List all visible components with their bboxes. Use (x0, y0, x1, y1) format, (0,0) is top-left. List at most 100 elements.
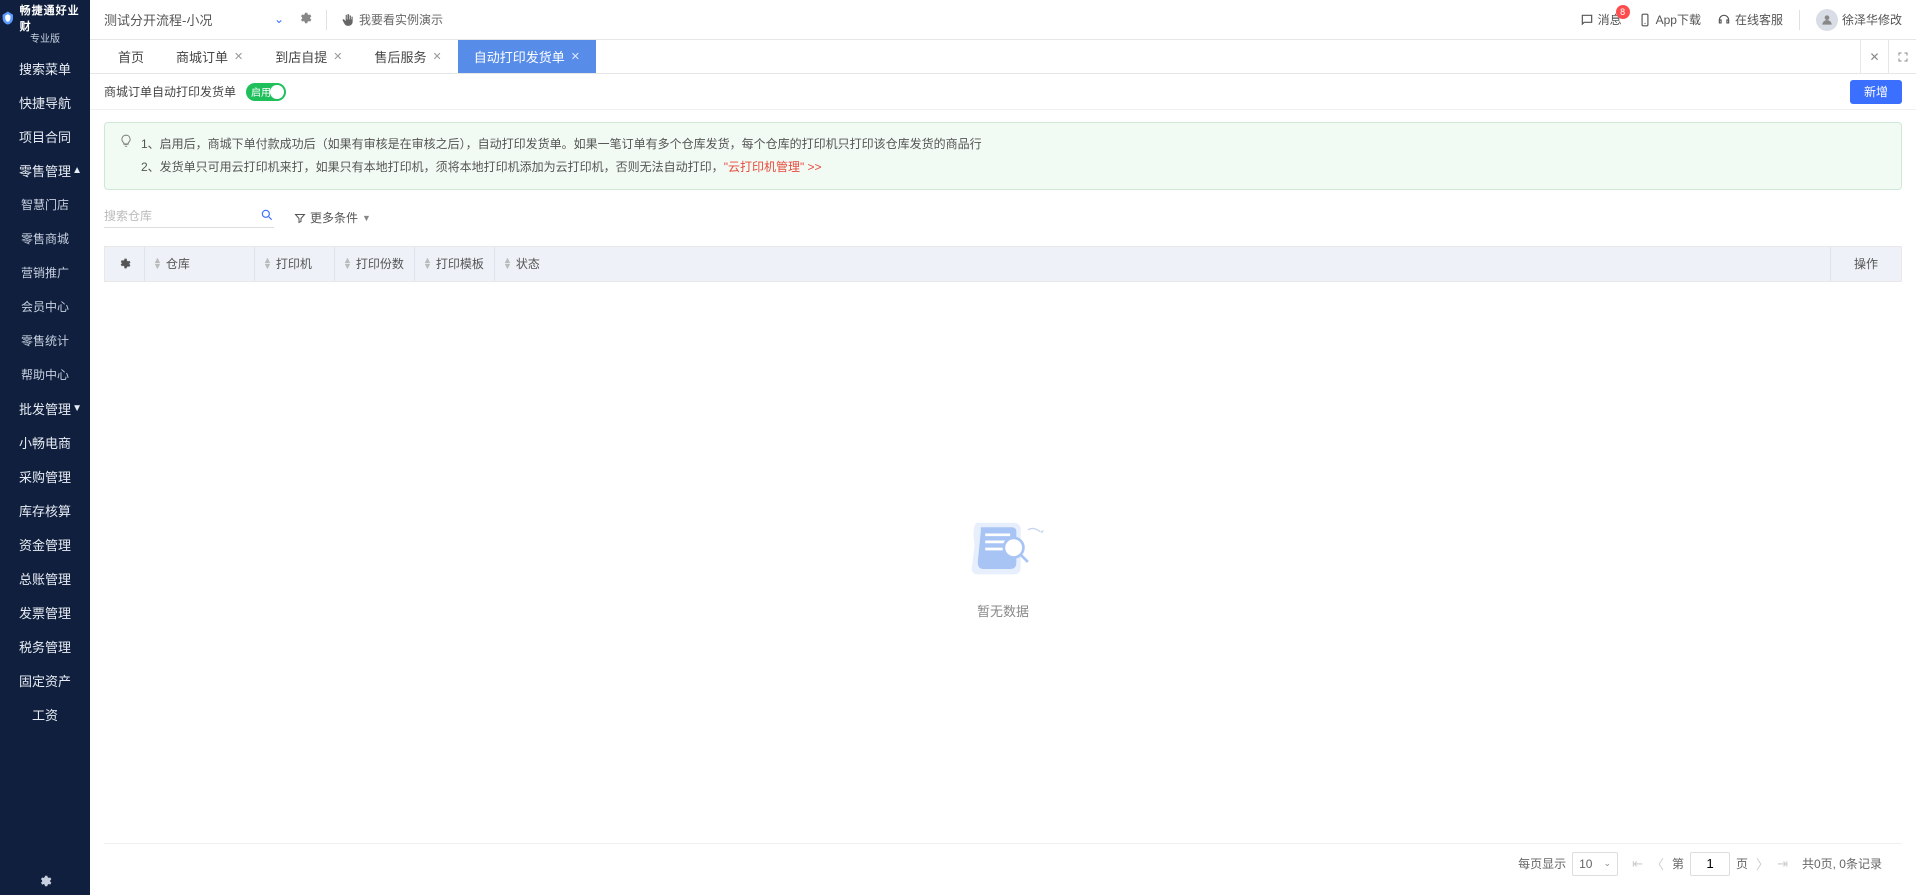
toggle-label: 启用 (251, 84, 271, 99)
filter-icon (294, 212, 306, 224)
demo-label: 我要看实例演示 (359, 11, 443, 28)
gear-icon (38, 874, 52, 888)
more-conditions-label: 更多条件 (310, 209, 358, 226)
table-header: ▲▼仓库 ▲▼打印机 ▲▼打印份数 ▲▼打印模板 ▲▼状态 操作 (105, 247, 1901, 281)
sidebar-item-10[interactable]: 批发管理▼ (0, 391, 90, 425)
pager-summary: 共0页, 0条记录 (1802, 855, 1882, 872)
sidebar-item-18[interactable]: 固定资产 (0, 663, 90, 697)
sidebar-item-16[interactable]: 发票管理 (0, 595, 90, 629)
sidebar-item-9[interactable]: 帮助中心 (0, 357, 90, 391)
brand-logo: 畅捷通好业财 (0, 0, 90, 30)
sidebar-item-7[interactable]: 会员中心 (0, 289, 90, 323)
project-name: 测试分开流程-小况 (104, 10, 212, 29)
messages-button[interactable]: 消息 8 (1580, 11, 1622, 28)
divider (326, 10, 327, 30)
tip-box: 1、启用后，商城下单付款成功后（如果有审核是在审核之后），自动打印发货单。如果一… (104, 122, 1902, 190)
user-menu[interactable]: 徐泽华修改 (1816, 9, 1902, 31)
sidebar-item-13[interactable]: 库存核算 (0, 493, 90, 527)
tip-text: 1、启用后，商城下单付款成功后（如果有审核是在审核之后），自动打印发货单。如果一… (141, 133, 982, 179)
user-icon (1820, 13, 1834, 27)
project-settings-button[interactable] (298, 11, 312, 28)
th-template[interactable]: ▲▼打印模板 (415, 247, 495, 281)
avatar (1816, 9, 1838, 31)
tip-line-1: 1、启用后，商城下单付款成功后（如果有审核是在审核之后），自动打印发货单。如果一… (141, 133, 982, 156)
sidebar-item-5[interactable]: 零售商城 (0, 221, 90, 255)
gear-icon (298, 11, 312, 25)
th-copies[interactable]: ▲▼打印份数 (335, 247, 415, 281)
sidebar-item-6[interactable]: 营销推广 (0, 255, 90, 289)
sidebar-item-14[interactable]: 资金管理 (0, 527, 90, 561)
tabs-controls: ✕ (1860, 40, 1916, 73)
tab-4[interactable]: 自动打印发货单✕ (458, 40, 596, 73)
sidebar: 畅捷通好业财 专业版 搜索菜单快捷导航项目合同零售管理▲智慧门店零售商城营销推广… (0, 0, 90, 895)
sidebar-item-15[interactable]: 总账管理 (0, 561, 90, 595)
empty-state: 暂无数据 (104, 282, 1902, 843)
app-download-button[interactable]: App下载 (1638, 11, 1701, 28)
content: 1、启用后，商城下单付款成功后（如果有审核是在审核之后），自动打印发货单。如果一… (90, 110, 1916, 895)
close-icon[interactable]: ✕ (571, 50, 580, 63)
sidebar-item-8[interactable]: 零售统计 (0, 323, 90, 357)
headset-icon (1717, 13, 1731, 27)
caret-icon: ▼ (72, 403, 82, 414)
prev-page-button[interactable]: 〈 (1651, 854, 1664, 873)
main-area: 测试分开流程-小况 ⌄ 我要看实例演示 消息 8 App下载 (90, 0, 1916, 895)
empty-icon (958, 505, 1048, 585)
data-table: ▲▼仓库 ▲▼打印机 ▲▼打印份数 ▲▼打印模板 ▲▼状态 操作 (104, 246, 1902, 282)
message-icon (1580, 13, 1594, 27)
tip-line-2: 2、发货单只可用云打印机来打，如果只有本地打印机，须将本地打印机添加为云打印机，… (141, 156, 982, 179)
tab-1[interactable]: 商城订单 ✕ (160, 40, 259, 73)
sidebar-item-1[interactable]: 快捷导航 (0, 85, 90, 119)
new-button[interactable]: 新增 (1850, 80, 1902, 104)
chevron-down-icon: ⌄ (1604, 858, 1612, 869)
topbar: 测试分开流程-小况 ⌄ 我要看实例演示 消息 8 App下载 (90, 0, 1916, 40)
more-conditions-button[interactable]: 更多条件 ▼ (294, 209, 371, 226)
column-settings-button[interactable] (105, 247, 145, 281)
brand-edition: 专业版 (0, 30, 90, 51)
app-download-label: App下载 (1656, 11, 1701, 28)
enable-toggle[interactable]: 启用 (246, 83, 286, 101)
sidebar-settings[interactable] (0, 867, 90, 895)
customer-service-label: 在线客服 (1735, 11, 1783, 28)
tab-label: 商城订单 (176, 47, 228, 66)
fullscreen-button[interactable] (1888, 40, 1916, 73)
brand-icon (0, 10, 16, 26)
close-icon[interactable]: ✕ (333, 50, 342, 63)
sidebar-item-19[interactable]: 工资 (0, 697, 90, 731)
search-icon (260, 208, 274, 222)
tab-label: 到店自提 (275, 47, 327, 66)
close-icon[interactable]: ✕ (433, 50, 442, 63)
expand-icon (1897, 51, 1909, 63)
tab-2[interactable]: 到店自提 ✕ (259, 40, 358, 73)
first-page-button[interactable]: ⇤ (1632, 856, 1643, 872)
th-warehouse[interactable]: ▲▼仓库 (145, 247, 255, 281)
page-input[interactable] (1690, 852, 1730, 876)
cloud-printer-link[interactable]: "云打印机管理" >> (724, 160, 822, 174)
demo-link[interactable]: 我要看实例演示 (341, 11, 443, 28)
sidebar-item-17[interactable]: 税务管理 (0, 629, 90, 663)
close-icon[interactable]: ✕ (234, 50, 243, 63)
messages-badge: 8 (1616, 5, 1630, 19)
sidebar-item-11[interactable]: 小畅电商 (0, 425, 90, 459)
divider (1799, 10, 1800, 30)
caret-icon: ▲ (72, 165, 82, 176)
tab-0[interactable]: 首页 (102, 40, 160, 73)
last-page-button[interactable]: ⇥ (1777, 856, 1788, 872)
page-prefix: 第 (1672, 855, 1684, 872)
warehouse-search-input[interactable] (104, 209, 260, 223)
search-button[interactable] (260, 208, 274, 225)
sidebar-item-0[interactable]: 搜索菜单 (0, 51, 90, 85)
per-page-select[interactable]: 10 ⌄ (1572, 852, 1618, 876)
sidebar-item-3[interactable]: 零售管理▲ (0, 153, 90, 187)
pagination: 每页显示 10 ⌄ ⇤ 〈 第 页 〉 ⇥ (104, 843, 1902, 883)
th-status[interactable]: ▲▼状态 (495, 247, 1831, 281)
th-printer[interactable]: ▲▼打印机 (255, 247, 335, 281)
close-all-tabs-button[interactable]: ✕ (1860, 40, 1888, 73)
sidebar-item-12[interactable]: 采购管理 (0, 459, 90, 493)
sidebar-item-2[interactable]: 项目合同 (0, 119, 90, 153)
sidebar-item-4[interactable]: 智慧门店 (0, 187, 90, 221)
next-page-button[interactable]: 〉 (1756, 854, 1769, 873)
tab-3[interactable]: 售后服务✕ (358, 40, 457, 73)
customer-service-button[interactable]: 在线客服 (1717, 11, 1783, 28)
project-selector[interactable]: 测试分开流程-小况 ⌄ (104, 10, 284, 30)
phone-icon (1638, 13, 1652, 27)
